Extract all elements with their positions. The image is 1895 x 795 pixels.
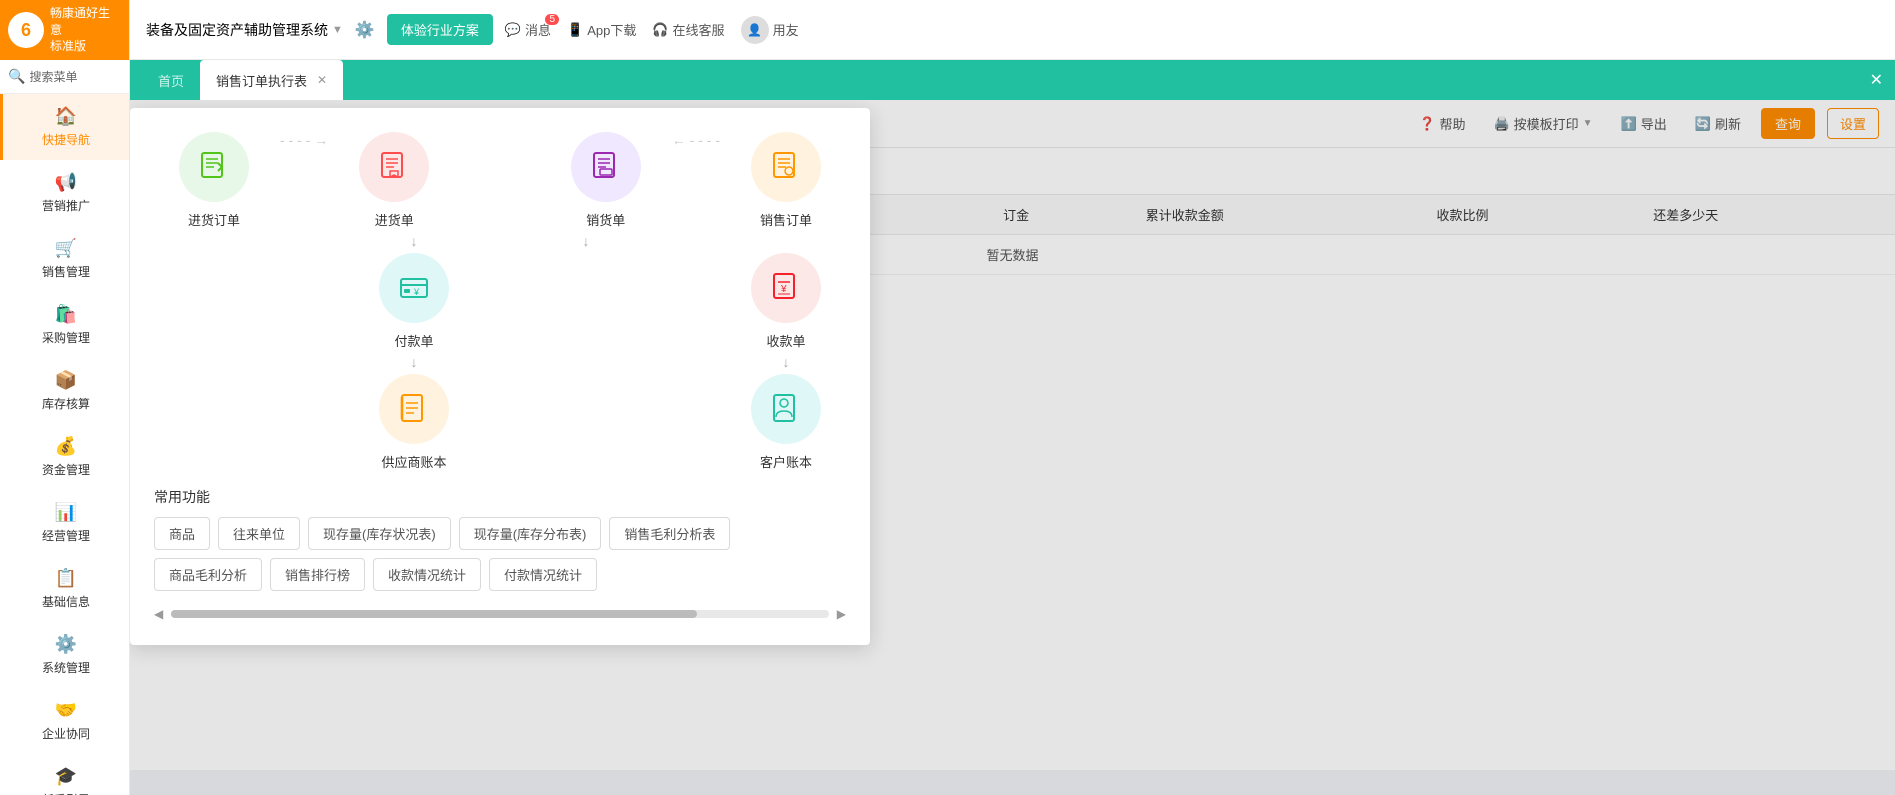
cf-btn-payment-stats[interactable]: 付款情况统计 — [489, 558, 597, 591]
sidebar-item-basic[interactable]: 📋 基础信息 — [0, 556, 129, 622]
system-icon: ⚙️ — [55, 634, 77, 655]
trial-button[interactable]: 体验行业方案 — [387, 14, 493, 45]
scrollbar-track[interactable] — [171, 610, 829, 618]
sidebar-item-marketing[interactable]: 📢 营销推广 — [0, 160, 129, 226]
scrollbar-right-arrow[interactable]: ▶ — [837, 607, 846, 621]
newbie-icon: 🎓 — [55, 766, 77, 787]
flow-node-receipt[interactable]: ¥ 收款单 — [726, 253, 846, 350]
sidebar-search[interactable]: 🔍 搜索菜单 — [0, 60, 129, 94]
logo-icon: 6 — [8, 12, 44, 48]
sidebar-item-sales[interactable]: 🛒 销售管理 — [0, 226, 129, 292]
cf-btn-receipt-stats[interactable]: 收款情况统计 — [373, 558, 481, 591]
payment-icon: ¥ — [379, 253, 449, 323]
home-icon: 🏠 — [55, 106, 77, 127]
message-button[interactable]: 💬 消息 5 — [505, 20, 551, 39]
flow-node-payment[interactable]: ¥ 付款单 — [354, 253, 474, 350]
tab-bar-close-icon[interactable]: ✕ — [1870, 70, 1883, 90]
sidebar-item-newbie[interactable]: 🎓 新手引导 — [0, 754, 129, 795]
sidebar-item-inventory[interactable]: 📦 库存核算 — [0, 358, 129, 424]
scrollbar-thumb[interactable] — [171, 610, 697, 618]
common-functions-title: 常用功能 — [154, 487, 846, 507]
avatar-image: 👤 — [741, 16, 769, 44]
main-area: 装备及固定资产辅助管理系统 ▼ ⚙️ 体验行业方案 💬 消息 5 📱 App下载… — [130, 0, 1895, 795]
settings-icon[interactable]: ⚙️ — [355, 20, 375, 40]
cf-btn-sales-profit[interactable]: 销售毛利分析表 — [609, 517, 730, 550]
cf-btn-stock-status[interactable]: 现存量(库存状况表) — [308, 517, 451, 550]
supplier-ledger-icon — [379, 374, 449, 444]
inventory-icon: 📦 — [55, 370, 77, 391]
marketing-icon: 📢 — [55, 172, 77, 193]
scrollbar-left-arrow[interactable]: ◀ — [154, 607, 163, 621]
finance-icon: 💰 — [55, 436, 77, 457]
topbar: 装备及固定资产辅助管理系统 ▼ ⚙️ 体验行业方案 💬 消息 5 📱 App下载… — [130, 0, 1895, 60]
online-service-button[interactable]: 🎧 在线客服 — [652, 20, 724, 39]
collab-icon: 🤝 — [55, 700, 77, 721]
logo-area: 6 畅康通好生意 标准版 — [0, 0, 129, 60]
content-area: ❓ 帮助 🖨️ 按模板打印 ▼ ⬆️ 导出 🔄 刷新 查询 设置 — [130, 100, 1895, 795]
sidebar-item-collab[interactable]: 🤝 企业协同 — [0, 688, 129, 754]
svg-text:¥: ¥ — [780, 284, 787, 295]
search-icon: 🔍 — [8, 68, 25, 85]
cf-btn-product-profit[interactable]: 商品毛利分析 — [154, 558, 262, 591]
cf-btn-product[interactable]: 商品 — [154, 517, 210, 550]
system-title[interactable]: 装备及固定资产辅助管理系统 ▼ — [146, 20, 343, 40]
modal-overlay: 进货订单 - - - - → 进货单 — [130, 100, 1895, 795]
purchase-icon: 🛍️ — [55, 304, 77, 325]
flow-node-sales-order[interactable]: 销售订单 — [726, 132, 846, 229]
tab-close-icon[interactable]: ✕ — [317, 73, 327, 87]
flow-node-purchase-bill[interactable]: 进货单 — [334, 132, 454, 229]
sidebar-item-system[interactable]: ⚙️ 系统管理 — [0, 622, 129, 688]
service-icon: 🎧 — [652, 22, 668, 38]
operation-icon: 📊 — [55, 502, 77, 523]
arrow-left-1: ← - - - - — [672, 132, 720, 148]
flow-node-customer-ledger[interactable]: 客户账本 — [726, 374, 846, 471]
flow-node-supplier-ledger[interactable]: 供应商账本 — [354, 374, 474, 471]
sales-bill-icon — [571, 132, 641, 202]
download-icon: 📱 — [567, 22, 583, 38]
sidebar-item-operation[interactable]: 📊 经营管理 — [0, 490, 129, 556]
purchase-order-icon — [179, 132, 249, 202]
sales-icon: 🛒 — [55, 238, 77, 259]
customer-ledger-icon — [751, 374, 821, 444]
app-download-button[interactable]: 📱 App下载 — [567, 20, 636, 39]
modal-scrollbar: ◀ ▶ — [154, 607, 846, 621]
user-avatar[interactable]: 👤 用友 — [741, 16, 799, 44]
receipt-icon: ¥ — [751, 253, 821, 323]
basic-icon: 📋 — [55, 568, 77, 589]
flow-section: 进货订单 - - - - → 进货单 — [154, 132, 846, 471]
tab-sales-order[interactable]: 销售订单执行表 ✕ — [200, 60, 343, 100]
arrow-right-1: - - - - → — [280, 132, 328, 148]
flow-node-sales-bill[interactable]: 销货单 — [546, 132, 666, 229]
flow-node-purchase-order[interactable]: 进货订单 — [154, 132, 274, 229]
tab-bar: 首页 销售订单执行表 ✕ ✕ — [130, 60, 1895, 100]
chevron-down-icon: ▼ — [332, 24, 343, 36]
sidebar-nav: 🏠 快捷导航 📢 营销推广 🛒 销售管理 🛍️ 采购管理 📦 库存核算 💰 — [0, 94, 129, 795]
sidebar-item-quick-nav[interactable]: 🏠 快捷导航 — [0, 94, 129, 160]
sidebar: 6 畅康通好生意 标准版 🔍 搜索菜单 🏠 快捷导航 📢 营销推广 🛒 销售管理 — [0, 0, 130, 795]
cf-btn-stock-dist[interactable]: 现存量(库存分布表) — [459, 517, 602, 550]
svg-text:¥: ¥ — [413, 287, 420, 297]
topbar-right: 💬 消息 5 📱 App下载 🎧 在线客服 👤 用友 — [505, 16, 799, 44]
common-functions: 常用功能 商品 往来单位 现存量(库存状况表) 现存量(库存分布表) 销售毛利分… — [154, 487, 846, 591]
cf-btn-sales-rank[interactable]: 销售排行榜 — [270, 558, 365, 591]
flow-modal: 进货订单 - - - - → 进货单 — [130, 108, 870, 645]
sidebar-item-finance[interactable]: 💰 资金管理 — [0, 424, 129, 490]
logo-text: 畅康通好生意 标准版 — [50, 5, 121, 55]
sidebar-item-purchase[interactable]: 🛍️ 采购管理 — [0, 292, 129, 358]
message-icon: 💬 — [505, 22, 521, 38]
purchase-bill-icon — [359, 132, 429, 202]
cf-btn-unit[interactable]: 往来单位 — [218, 517, 300, 550]
tab-home[interactable]: 首页 — [142, 60, 200, 100]
cf-buttons-container: 商品 往来单位 现存量(库存状况表) 现存量(库存分布表) 销售毛利分析表 商品… — [154, 517, 846, 591]
sales-order-icon — [751, 132, 821, 202]
